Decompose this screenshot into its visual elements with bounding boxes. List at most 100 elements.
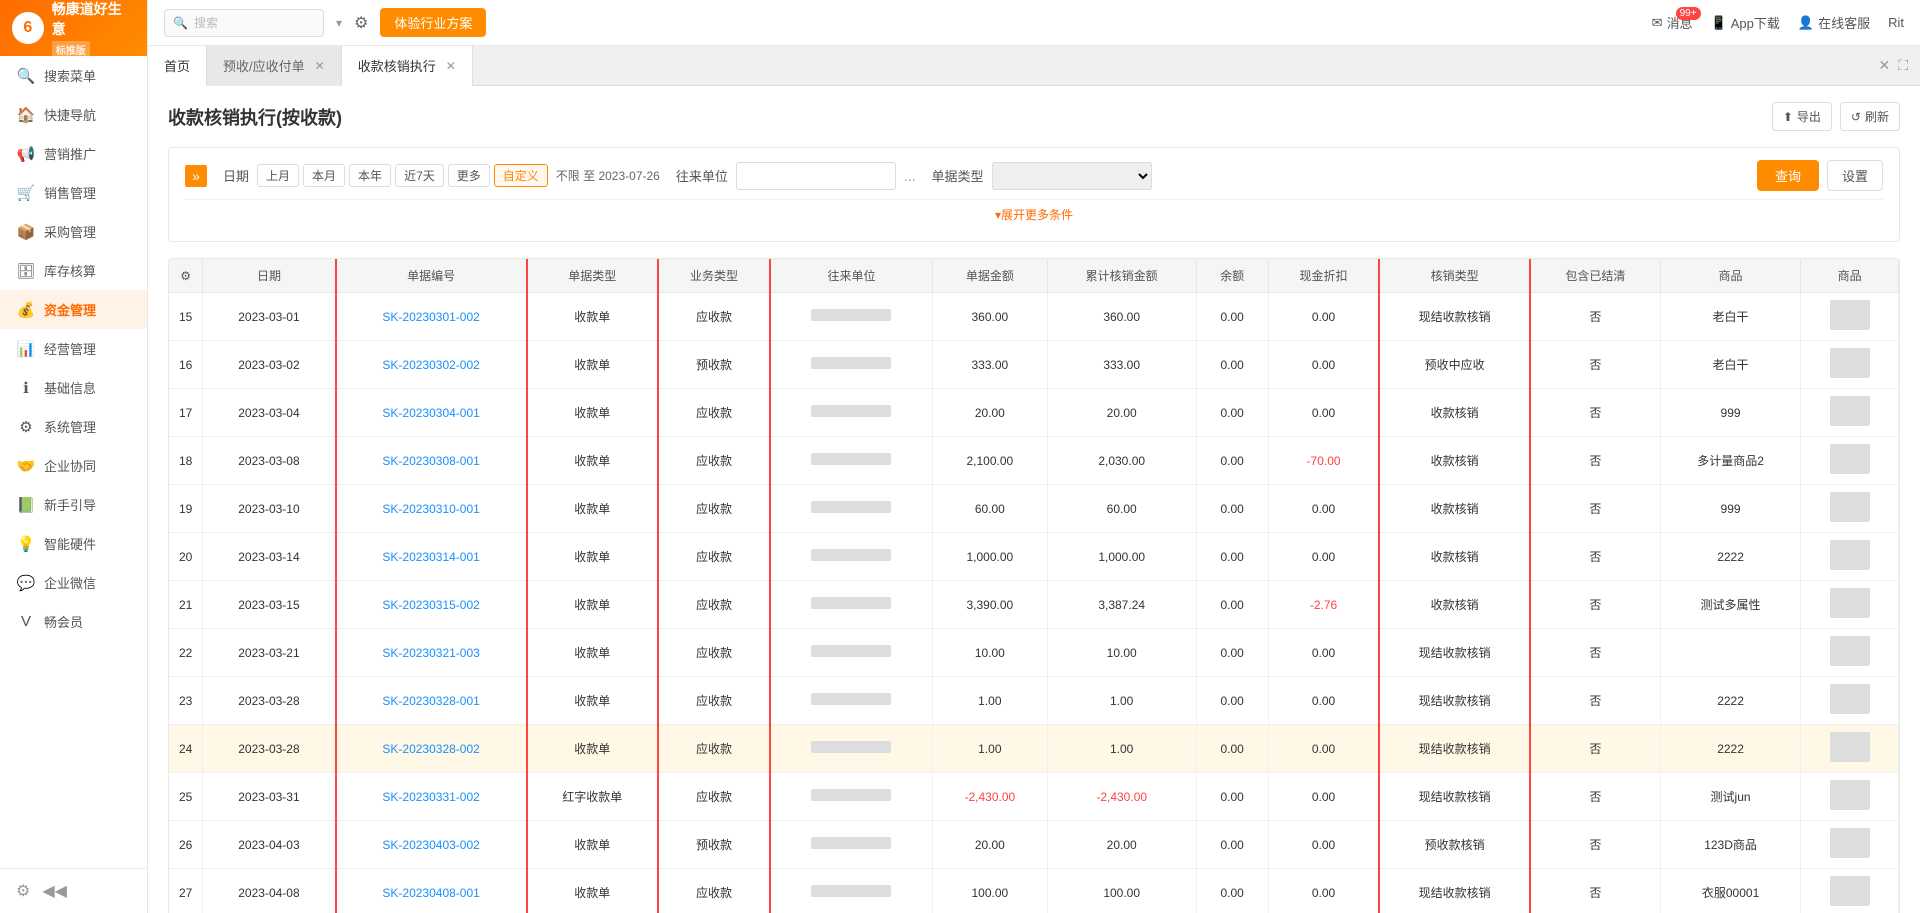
home-icon: 🏠 — [16, 106, 36, 124]
cell-date: 2023-03-14 — [203, 533, 336, 581]
table-row: 25 2023-03-31 SK-20230331-002 红字收款单 应收款 … — [169, 773, 1899, 821]
cell-write-off: 3,387.24 — [1047, 581, 1196, 629]
online-service-button[interactable]: 👤 在线客服 — [1798, 13, 1870, 32]
cell-discount: 0.00 — [1268, 629, 1379, 677]
cell-goods1 — [1660, 629, 1800, 677]
bill-no-link[interactable]: SK-20230310-001 — [382, 502, 479, 516]
sidebar-item-member[interactable]: V 畅会员 — [0, 602, 147, 641]
cell-wo-type: 收款核销 — [1379, 485, 1529, 533]
cell-bill-no: SK-20230328-001 — [336, 677, 527, 725]
sidebar-item-sales[interactable]: 🛒 销售管理 — [0, 173, 147, 212]
this-month-btn[interactable]: 本月 — [303, 164, 345, 187]
bill-no-link[interactable]: SK-20230331-002 — [382, 790, 479, 804]
sidebar-item-wechat[interactable]: 💬 企业微信 — [0, 563, 147, 602]
sidebar-item-inventory[interactable]: 🗄 库存核算 — [0, 251, 147, 290]
cell-balance: 0.00 — [1196, 485, 1268, 533]
tab-collection[interactable]: 收款核销执行 ✕ — [342, 46, 473, 86]
cell-goods2 — [1801, 485, 1899, 533]
tab-prepaid-close-icon[interactable]: ✕ — [315, 59, 325, 73]
bill-no-link[interactable]: SK-20230301-002 — [382, 310, 479, 324]
sidebar-item-nav[interactable]: 🏠 快捷导航 — [0, 95, 147, 134]
cell-biz-type: 应收款 — [658, 725, 770, 773]
unit-search-input[interactable] — [736, 162, 896, 190]
cell-bill-type: 收款单 — [527, 341, 658, 389]
sidebar-item-purchase[interactable]: 📦 采购管理 — [0, 212, 147, 251]
sidebar-item-enterprise[interactable]: 🤝 企业协同 — [0, 446, 147, 485]
data-table-wrap: ⚙ 日期 单据编号 单据类型 业务类型 往来单位 单据金额 累计核销金额 余额 … — [168, 258, 1900, 913]
cell-include-cleared: 否 — [1530, 293, 1660, 341]
tab-prepaid[interactable]: 预收/应收付单 ✕ — [207, 46, 342, 86]
sidebar-item-basic[interactable]: ℹ 基础信息 — [0, 368, 147, 407]
close-window-icon[interactable]: ✕ — [1878, 57, 1890, 74]
cell-wo-type: 现结收款核销 — [1379, 725, 1529, 773]
bill-no-link[interactable]: SK-20230408-001 — [382, 886, 479, 900]
bill-no-link[interactable]: SK-20230328-001 — [382, 694, 479, 708]
sidebar-item-system[interactable]: ⚙ 系统管理 — [0, 407, 147, 446]
cell-discount: 0.00 — [1268, 293, 1379, 341]
cell-write-off: 333.00 — [1047, 341, 1196, 389]
sidebar-item-guide[interactable]: 📗 新手引导 — [0, 485, 147, 524]
refresh-icon: ↺ — [1851, 110, 1861, 124]
th-discount: 现金折扣 — [1268, 259, 1379, 293]
date-filter-label: 日期 — [223, 166, 249, 185]
bill-no-link[interactable]: SK-20230308-001 — [382, 454, 479, 468]
cell-write-off: 20.00 — [1047, 821, 1196, 869]
page: 收款核销执行(按收款) ⬆ 导出 ↺ 刷新 » 日 — [148, 86, 1920, 913]
column-settings-icon[interactable]: ⚙ — [180, 269, 191, 283]
sidebar-item-search[interactable]: 🔍 搜索菜单 — [0, 56, 147, 95]
dropdown-arrow-icon[interactable]: ▾ — [336, 16, 342, 30]
cell-include-cleared: 否 — [1530, 341, 1660, 389]
cell-unit — [770, 389, 932, 437]
settings-button[interactable]: 设置 — [1827, 160, 1883, 191]
cell-date: 2023-03-31 — [203, 773, 336, 821]
this-year-btn[interactable]: 本年 — [349, 164, 391, 187]
cell-bill-type: 收款单 — [527, 869, 658, 913]
bill-no-link[interactable]: SK-20230328-002 — [382, 742, 479, 756]
cell-num: 16 — [169, 341, 203, 389]
gear-icon[interactable]: ⚙ — [354, 13, 368, 33]
app-download-button[interactable]: 📱 App下载 — [1711, 13, 1780, 32]
table-row: 18 2023-03-08 SK-20230308-001 收款单 应收款 2,… — [169, 437, 1899, 485]
maximize-window-icon[interactable]: ⛶ — [1898, 57, 1908, 74]
cell-discount: 0.00 — [1268, 485, 1379, 533]
last-7days-btn[interactable]: 近7天 — [395, 164, 444, 187]
messages-button[interactable]: ✉ 消息 99+ — [1652, 13, 1693, 32]
custom-date-btn[interactable]: 自定义 — [494, 164, 548, 187]
settings-footer-icon[interactable]: ⚙ — [16, 881, 30, 901]
bill-no-link[interactable]: SK-20230314-001 — [382, 550, 479, 564]
bill-no-link[interactable]: SK-20230304-001 — [382, 406, 479, 420]
industry-solution-button[interactable]: 体验行业方案 — [380, 8, 486, 37]
messages-badge: 99+ — [1676, 7, 1701, 20]
cell-amount: 1,000.00 — [932, 533, 1047, 581]
expand-filter-button[interactable]: ▾ 展开更多条件 — [185, 199, 1883, 229]
unit-dots-icon[interactable]: ... — [904, 168, 916, 184]
th-settings[interactable]: ⚙ — [169, 259, 203, 293]
sidebar-item-marketing[interactable]: 📢 营销推广 — [0, 134, 147, 173]
sidebar-item-hardware[interactable]: 💡 智能硬件 — [0, 524, 147, 563]
filter-toggle-button[interactable]: » — [185, 165, 207, 187]
page-title: 收款核销执行(按收款) — [168, 104, 342, 130]
cell-wo-type: 现结收款核销 — [1379, 629, 1529, 677]
refresh-button[interactable]: ↺ 刷新 — [1840, 102, 1900, 131]
more-date-btn[interactable]: 更多 — [448, 164, 490, 187]
bill-no-link[interactable]: SK-20230315-002 — [382, 598, 479, 612]
cell-num: 25 — [169, 773, 203, 821]
cell-bill-no: SK-20230308-001 — [336, 437, 527, 485]
bill-no-link[interactable]: SK-20230403-002 — [382, 838, 479, 852]
cell-bill-type: 收款单 — [527, 629, 658, 677]
sidebar-item-operations[interactable]: 📊 经营管理 — [0, 329, 147, 368]
tab-collection-close-icon[interactable]: ✕ — [446, 59, 456, 73]
sidebar-item-finance[interactable]: 💰 资金管理 — [0, 290, 147, 329]
tab-home[interactable]: 首页 — [148, 46, 207, 86]
cell-bill-no: SK-20230331-002 — [336, 773, 527, 821]
export-button[interactable]: ⬆ 导出 — [1772, 102, 1832, 131]
bill-no-link[interactable]: SK-20230321-003 — [382, 646, 479, 660]
last-month-btn[interactable]: 上月 — [257, 164, 299, 187]
cell-unit — [770, 725, 932, 773]
bill-no-link[interactable]: SK-20230302-002 — [382, 358, 479, 372]
query-button[interactable]: 查询 — [1757, 160, 1819, 191]
table-row: 22 2023-03-21 SK-20230321-003 收款单 应收款 10… — [169, 629, 1899, 677]
collapse-icon[interactable]: ◀◀ — [42, 881, 67, 901]
bill-type-select[interactable] — [992, 162, 1152, 190]
sidebar-logo: 6 畅康道好生意 标推版 — [0, 0, 147, 56]
